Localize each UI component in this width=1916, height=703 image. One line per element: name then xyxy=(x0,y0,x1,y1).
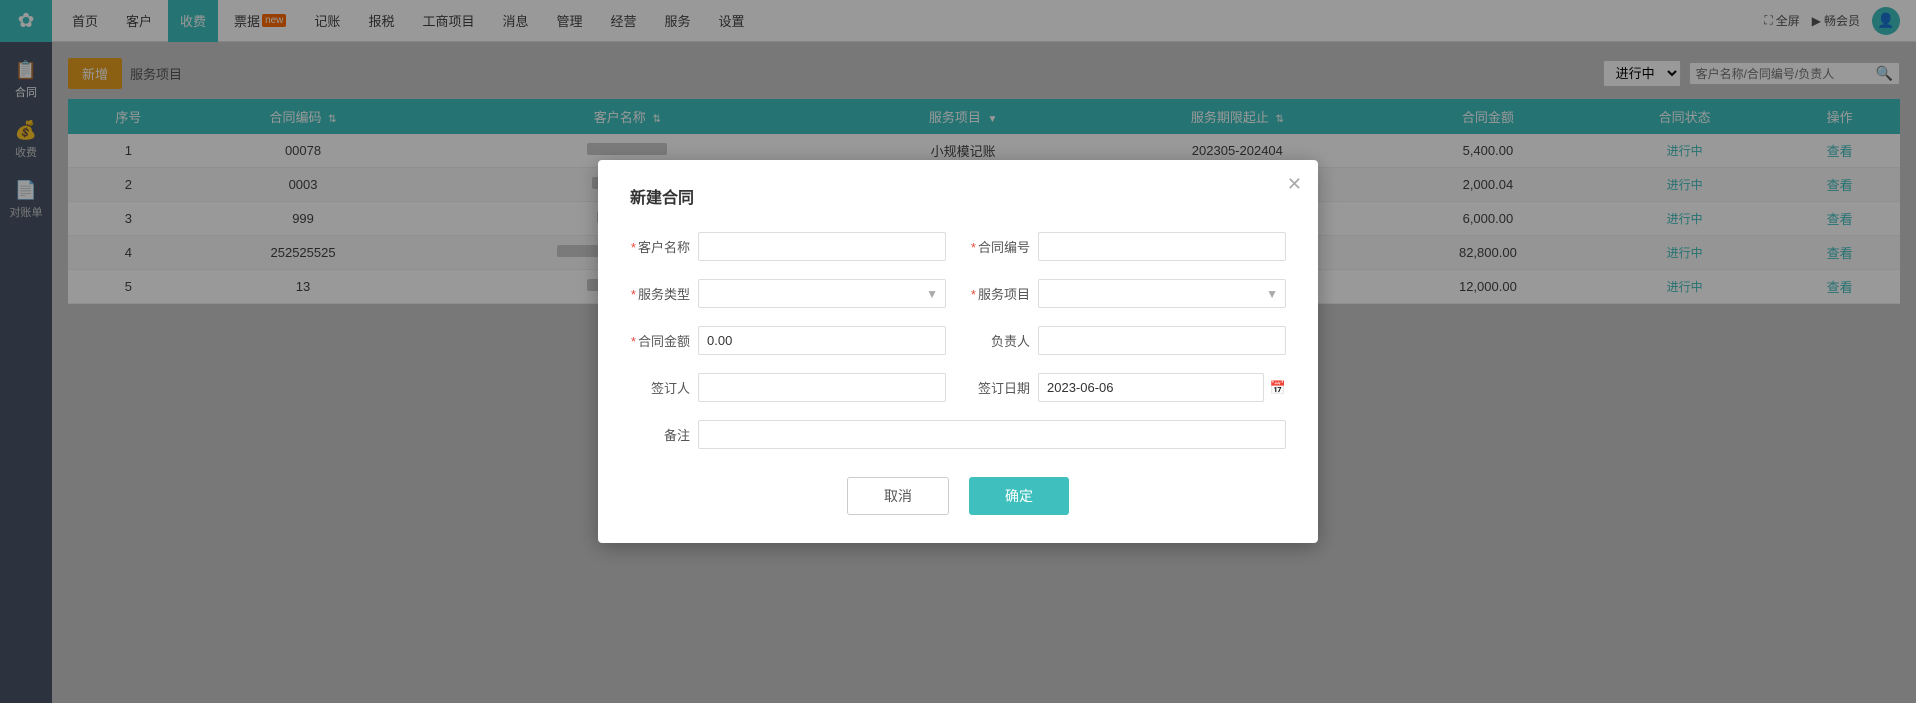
form-row-4: 签订人 签订日期 📅 xyxy=(630,373,1286,402)
form-group-sign-date: 签订日期 📅 xyxy=(970,373,1286,402)
form-row-5: 备注 xyxy=(630,420,1286,449)
form-group-service-item: 服务项目 ▼ xyxy=(970,279,1286,308)
form-group-signer: 签订人 xyxy=(630,373,946,402)
label-service-item: 服务项目 xyxy=(970,284,1030,303)
label-signer: 签订人 xyxy=(630,378,690,397)
input-sign-date[interactable] xyxy=(1038,373,1264,402)
form-group-service-type: 服务类型 ▼ xyxy=(630,279,946,308)
input-responsible[interactable] xyxy=(1038,326,1286,355)
label-contract-no: 合同编号 xyxy=(970,237,1030,256)
calendar-icon[interactable]: 📅 xyxy=(1270,380,1286,396)
form-group-amount: 合同金额 xyxy=(630,326,946,355)
date-input-wrap: 📅 xyxy=(1038,373,1286,402)
form-group-responsible: 负责人 xyxy=(970,326,1286,355)
cancel-button[interactable]: 取消 xyxy=(847,477,949,515)
input-amount[interactable] xyxy=(698,326,946,355)
input-signer[interactable] xyxy=(698,373,946,402)
select-wrap-service-item: ▼ xyxy=(1038,279,1286,308)
form-group-contract-no: 合同编号 xyxy=(970,232,1286,261)
form-row-3: 合同金额 负责人 xyxy=(630,326,1286,355)
input-remark[interactable] xyxy=(698,420,1286,449)
modal-new-contract: ✕ 新建合同 客户名称 合同编号 服务类型 ▼ xyxy=(598,160,1318,543)
form-group-client: 客户名称 xyxy=(630,232,946,261)
form-group-remark: 备注 xyxy=(630,420,1286,449)
confirm-button[interactable]: 确定 xyxy=(969,477,1069,515)
label-amount: 合同金额 xyxy=(630,331,690,350)
select-service-item[interactable] xyxy=(1038,279,1286,308)
select-service-type[interactable] xyxy=(698,279,946,308)
label-sign-date: 签订日期 xyxy=(970,378,1030,397)
input-client-name[interactable] xyxy=(698,232,946,261)
label-client-name: 客户名称 xyxy=(630,237,690,256)
form-row-2: 服务类型 ▼ 服务项目 ▼ xyxy=(630,279,1286,308)
modal-title: 新建合同 xyxy=(630,184,1286,208)
modal-overlay: ✕ 新建合同 客户名称 合同编号 服务类型 ▼ xyxy=(0,0,1916,703)
select-wrap-service-type: ▼ xyxy=(698,279,946,308)
form-row-1: 客户名称 合同编号 xyxy=(630,232,1286,261)
label-remark: 备注 xyxy=(630,425,690,444)
input-contract-no[interactable] xyxy=(1038,232,1286,261)
label-responsible: 负责人 xyxy=(970,331,1030,350)
modal-close-button[interactable]: ✕ xyxy=(1287,174,1302,195)
label-service-type: 服务类型 xyxy=(630,284,690,303)
modal-footer: 取消 确定 xyxy=(630,477,1286,515)
